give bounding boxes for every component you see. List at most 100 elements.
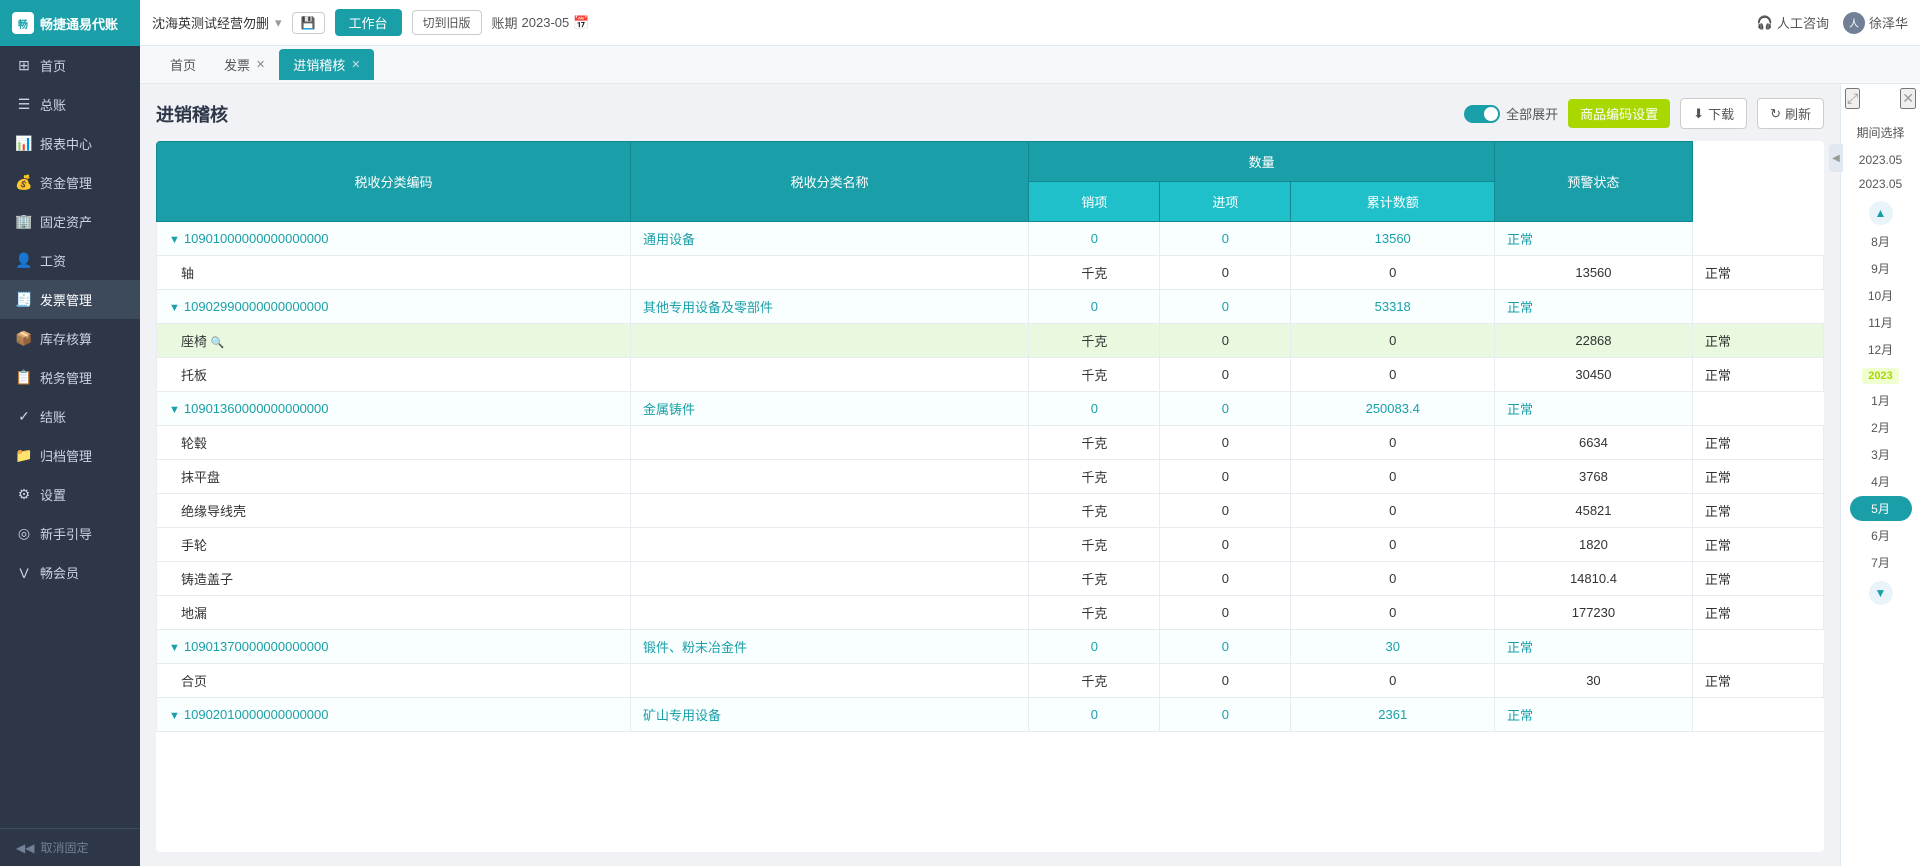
tab-home-label: 首页	[170, 55, 196, 74]
sidebar-item-settlement[interactable]: ✓ 结账	[0, 397, 140, 436]
month-4[interactable]: 4月	[1850, 469, 1912, 494]
sidebar-label-payroll: 工资	[40, 251, 66, 270]
child-unit: 千克	[1029, 358, 1160, 392]
child-purchase: 0	[1291, 562, 1495, 596]
refresh-label: 刷新	[1785, 104, 1811, 123]
child-sale: 0	[1160, 494, 1291, 528]
tab-bar: 首页 发票 ✕ 进销稽核 ✕	[140, 46, 1920, 84]
sidebar-item-archive[interactable]: 📁 归档管理	[0, 436, 140, 475]
period-item-1[interactable]: 2023.05	[1850, 173, 1912, 195]
download-btn[interactable]: ⬇ 下载	[1680, 98, 1747, 129]
child-empty	[631, 528, 1029, 562]
tab-reconcile[interactable]: 进销稽核 ✕	[279, 49, 374, 80]
sidebar-item-guide[interactable]: ◎ 新手引导	[0, 514, 140, 553]
switch-old-version-btn[interactable]: 切到旧版	[412, 10, 482, 35]
user-menu[interactable]: 人 徐泽华	[1843, 12, 1908, 34]
payroll-icon: 👤	[16, 253, 32, 269]
refresh-btn[interactable]: ↻ 刷新	[1757, 98, 1824, 129]
sidebar-item-finance[interactable]: 💰 资金管理	[0, 163, 140, 202]
sidebar-label-settlement: 结账	[40, 407, 66, 426]
child-status: 正常	[1692, 324, 1823, 358]
workbench-btn[interactable]: 工作台	[335, 9, 402, 36]
table-highlight-row: 座椅 🔍 千克 0 0 22868 正常	[157, 324, 1824, 358]
toggle-all-control[interactable]: 全部展开	[1464, 104, 1558, 123]
table-row: 手轮 千克 0 0 1820 正常	[157, 528, 1824, 562]
tab-home[interactable]: 首页	[156, 49, 210, 80]
group-code: ▼10901370000000000000	[157, 630, 631, 664]
sidebar-label-home: 首页	[40, 56, 66, 75]
month-7[interactable]: 7月	[1850, 550, 1912, 575]
sidebar-item-inventory[interactable]: 📦 库存核算	[0, 319, 140, 358]
tab-reconcile-close[interactable]: ✕	[351, 58, 360, 71]
child-total: 22868	[1495, 324, 1693, 358]
sidebar-item-payroll[interactable]: 👤 工资	[0, 241, 140, 280]
tab-invoice[interactable]: 发票 ✕	[210, 49, 279, 80]
child-name: 地漏	[157, 596, 631, 630]
archive-icon: 📁	[16, 448, 32, 464]
child-unit: 千克	[1029, 528, 1160, 562]
group-status: 正常	[1495, 290, 1693, 324]
product-code-btn[interactable]: 商品编码设置	[1568, 99, 1670, 128]
expand-toggle[interactable]	[1464, 105, 1500, 123]
group-sale: 0	[1029, 290, 1160, 324]
service-btn[interactable]: 🎧 人工咨询	[1757, 13, 1829, 32]
month-11[interactable]: 11月	[1850, 310, 1912, 335]
sidebar-item-tax[interactable]: 📋 税务管理	[0, 358, 140, 397]
table-row: 轮毂 千克 0 0 6634 正常	[157, 426, 1824, 460]
table-row: 绝缘导线壳 千克 0 0 45821 正常	[157, 494, 1824, 528]
scroll-up-btn[interactable]: ▲	[1869, 201, 1893, 225]
child-name: 抹平盘	[157, 460, 631, 494]
toggle-all-label: 全部展开	[1506, 104, 1558, 123]
group-total: 2361	[1291, 698, 1495, 732]
month-2[interactable]: 2月	[1850, 415, 1912, 440]
tab-invoice-close[interactable]: ✕	[256, 58, 265, 71]
sidebar-item-invoice-mgmt[interactable]: 🧾 发票管理	[0, 280, 140, 319]
child-purchase: 0	[1291, 596, 1495, 630]
group-purchase: 0	[1160, 290, 1291, 324]
topbar-right: 🎧 人工咨询 人 徐泽华	[1757, 12, 1908, 34]
month-12[interactable]: 12月	[1850, 337, 1912, 362]
col-quantity-group: 数量	[1029, 142, 1495, 182]
group-name: 通用设备	[631, 222, 1029, 256]
group-code: ▼10901360000000000000	[157, 392, 631, 426]
period-selector[interactable]: 账期 2023-05 📅	[492, 13, 590, 32]
sidebar-item-ledger[interactable]: ☰ 总账	[0, 85, 140, 124]
sidebar-label-ledger: 总账	[40, 95, 66, 114]
child-name: 托板	[157, 358, 631, 392]
sidebar-item-home[interactable]: ⊞ 首页	[0, 46, 140, 85]
period-item-0[interactable]: 2023.05	[1850, 149, 1912, 171]
cancel-fixed-btn[interactable]: ◀◀ 取消固定	[0, 828, 140, 866]
panel-collapse-toggle[interactable]: ◀	[1829, 144, 1843, 172]
month-6[interactable]: 6月	[1850, 523, 1912, 548]
main-area: 沈海英测试经营勿删 ▾ 💾 工作台 切到旧版 账期 2023-05 📅 🎧 人工…	[140, 0, 1920, 866]
sidebar-item-reports[interactable]: 📊 报表中心	[0, 124, 140, 163]
company-name: 沈海英测试经营勿删	[152, 13, 269, 32]
close-panel-btn[interactable]: ✕	[1900, 88, 1916, 109]
month-1[interactable]: 1月	[1850, 388, 1912, 413]
year-2023: 2023	[1862, 368, 1898, 384]
month-10[interactable]: 10月	[1850, 283, 1912, 308]
child-name: 轴	[157, 256, 631, 290]
username: 徐泽华	[1869, 13, 1908, 32]
month-8[interactable]: 8月	[1850, 229, 1912, 254]
child-empty	[631, 494, 1029, 528]
child-purchase: 0	[1291, 494, 1495, 528]
member-icon: V	[16, 565, 32, 581]
month-3[interactable]: 3月	[1850, 442, 1912, 467]
month-5[interactable]: 5月	[1850, 496, 1912, 521]
sidebar-item-assets[interactable]: 🏢 固定资产	[0, 202, 140, 241]
save-draft-btn[interactable]: 💾	[292, 12, 325, 34]
sidebar-item-member[interactable]: V 畅会员	[0, 553, 140, 592]
month-9[interactable]: 9月	[1850, 256, 1912, 281]
child-unit: 千克	[1029, 324, 1160, 358]
reconcile-table: 税收分类编码 税收分类名称 数量 预警状态 销项 进项 累计数额 ▼1090	[156, 141, 1824, 732]
group-purchase: 0	[1160, 630, 1291, 664]
sidebar-item-settings[interactable]: ⚙ 设置	[0, 475, 140, 514]
period-panel-header: 期间选择	[1856, 124, 1904, 141]
scroll-down-btn[interactable]: ▼	[1869, 581, 1893, 605]
company-selector[interactable]: 沈海英测试经营勿删 ▾	[152, 13, 282, 32]
child-unit: 千克	[1029, 664, 1160, 698]
child-purchase: 0	[1291, 664, 1495, 698]
expand-panel-btn[interactable]: ⤢	[1845, 88, 1860, 109]
group-code: ▼10902010000000000000	[157, 698, 631, 732]
